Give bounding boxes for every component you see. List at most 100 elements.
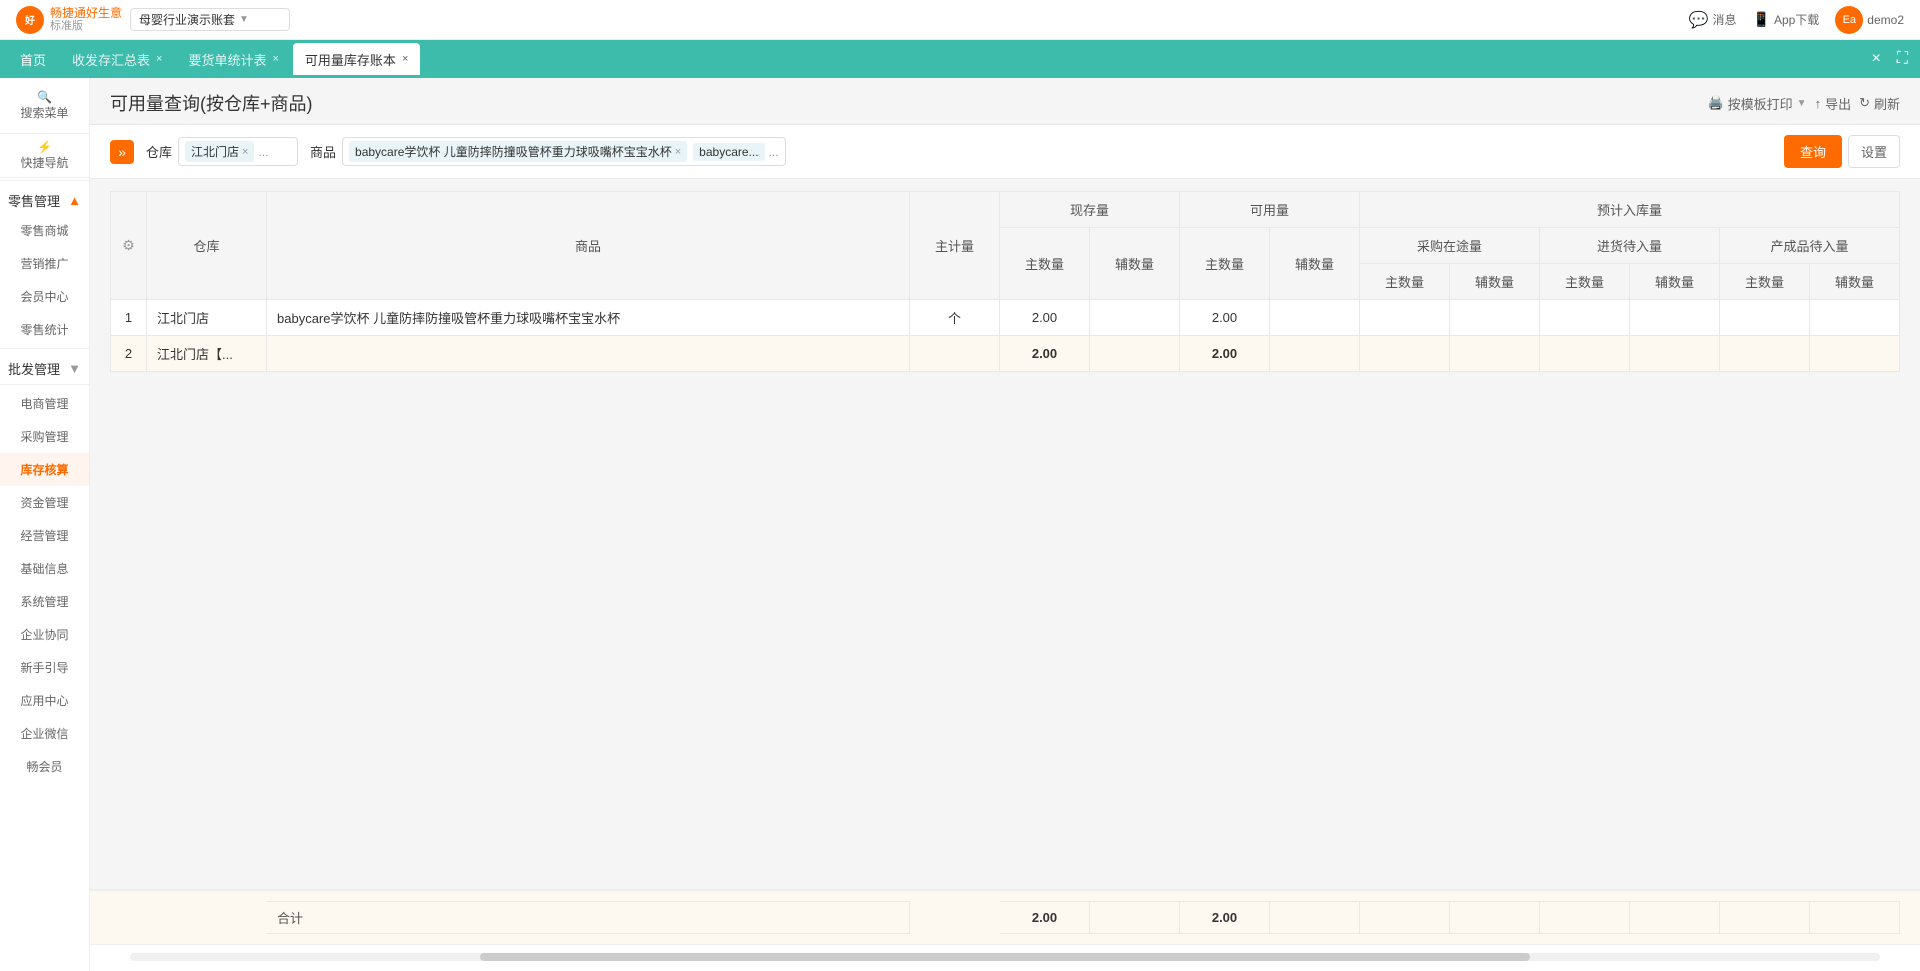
row-2-warehouse: 江北门店【... — [147, 336, 267, 372]
sidebar-item-marketing[interactable]: 营销推广 — [0, 247, 89, 280]
scroll-thumb[interactable] — [480, 953, 1530, 961]
row-1-current-main: 2.00 — [1000, 300, 1090, 336]
sidebar-item-vip[interactable]: 畅会员 — [0, 750, 89, 783]
sidebar-item-members[interactable]: 会员中心 — [0, 280, 89, 313]
refresh-button[interactable]: ↻ 刷新 — [1859, 94, 1900, 113]
warehouse-filter: 仓库 江北门店 × ... — [146, 137, 298, 166]
sidebar-item-retail-mall[interactable]: 零售商城 — [0, 214, 89, 247]
th-current-aux: 辅数量 — [1090, 228, 1180, 300]
maximize-btn[interactable]: ⛶ — [1893, 46, 1912, 72]
content-area: 可用量查询(按仓库+商品) 🖨️ 按模板打印 ▼ ↑ 导出 ↻ 刷新 » — [90, 78, 1920, 971]
query-button[interactable]: 查询 — [1784, 135, 1842, 168]
product-tag-1-close[interactable]: × — [675, 146, 681, 158]
totals-current-aux — [1090, 902, 1180, 934]
totals-empty-2 — [147, 902, 267, 934]
sidebar-item-retail-stats[interactable]: 零售统计 — [0, 313, 89, 346]
sidebar-item-finance[interactable]: 资金管理 — [0, 486, 89, 519]
user-menu[interactable]: Ea demo2 — [1835, 6, 1904, 34]
sidebar-divider-1 — [0, 180, 89, 181]
sidebar-item-enterprise-wechat[interactable]: 企业微信 — [0, 717, 89, 750]
page-title: 可用量查询(按仓库+商品) — [110, 90, 313, 116]
row-2-incoming-aux — [1630, 336, 1720, 372]
tab-order-stats-close[interactable]: × — [272, 53, 278, 65]
tab-order-stats[interactable]: 要货单统计表 × — [176, 43, 290, 75]
sidebar-divider-3 — [0, 384, 89, 385]
th-warehouse: 仓库 — [147, 192, 267, 300]
warehouse-tag-close[interactable]: × — [242, 146, 248, 158]
totals-table: 合计 2.00 2.00 — [110, 901, 1900, 934]
totals-available-aux — [1270, 902, 1360, 934]
sidebar-item-system[interactable]: 系统管理 — [0, 585, 89, 618]
app-download-button[interactable]: 📱 App下载 — [1753, 11, 1820, 28]
sidebar-item-inventory[interactable]: 库存核算 — [0, 453, 89, 486]
sidebar-search: 🔍 搜索菜单 — [0, 78, 89, 134]
sidebar-item-enterprise-collab[interactable]: 企业协同 — [0, 618, 89, 651]
search-menu-button[interactable]: 🔍 搜索菜单 — [8, 86, 81, 125]
sidebar-item-newbie-guide[interactable]: 新手引导 — [0, 651, 89, 684]
row-2-purchase-aux — [1450, 336, 1540, 372]
row-1-incoming-main — [1540, 300, 1630, 336]
more-icon: ... — [258, 145, 268, 159]
scrollbar-area — [90, 944, 1920, 971]
sidebar-item-app-center[interactable]: 应用中心 — [0, 684, 89, 717]
sidebar-item-ecommerce[interactable]: 电商管理 — [0, 387, 89, 420]
th-available-aux: 辅数量 — [1270, 228, 1360, 300]
row-1-num: 1 — [111, 300, 147, 336]
table-footer: 合计 2.00 2.00 — [90, 889, 1920, 944]
sidebar-section-retail[interactable]: 零售管理 ▲ — [0, 183, 89, 214]
row-1-unit: 个 — [910, 300, 1000, 336]
row-2-current-aux — [1090, 336, 1180, 372]
message-icon: 💬 — [1689, 10, 1709, 30]
export-icon: ↑ — [1815, 96, 1822, 111]
refresh-icon: ↻ — [1859, 95, 1870, 111]
row-1-current-aux — [1090, 300, 1180, 336]
th-product: 商品 — [267, 192, 910, 300]
expand-filter-button[interactable]: » — [110, 140, 134, 164]
quick-nav-button[interactable]: ⚡ 快捷导航 — [0, 134, 89, 178]
row-1-warehouse: 江北门店 — [147, 300, 267, 336]
tab-available-ledger[interactable]: 可用量库存账本 × — [293, 43, 420, 75]
sidebar-section-wholesale[interactable]: 批发管理 ▼ — [0, 351, 89, 382]
sidebar-item-purchase[interactable]: 采购管理 — [0, 420, 89, 453]
tab-home[interactable]: 首页 — [8, 43, 58, 75]
row-2-production-main — [1720, 336, 1810, 372]
th-purchase-aux: 辅数量 — [1450, 264, 1540, 300]
settings-button[interactable]: 设置 — [1848, 135, 1900, 168]
export-button[interactable]: ↑ 导出 — [1815, 94, 1852, 113]
th-production-pending: 产成品待入量 — [1720, 228, 1900, 264]
horizontal-scrollbar[interactable] — [130, 953, 1880, 961]
avatar: Ea — [1835, 6, 1863, 34]
th-production-main: 主数量 — [1720, 264, 1810, 300]
th-incoming-pending: 进货待入量 — [1540, 228, 1720, 264]
toggle-icon-2: ▼ — [68, 361, 81, 376]
tab-receipt-summary-close[interactable]: × — [156, 53, 162, 65]
totals-incoming-main — [1540, 902, 1630, 934]
product-label: 商品 — [310, 142, 336, 161]
tab-receipt-summary[interactable]: 收发存汇总表 × — [60, 43, 174, 75]
totals-purchase-aux — [1450, 902, 1540, 934]
message-button[interactable]: 💬 消息 — [1689, 10, 1737, 30]
phone-icon: 📱 — [1753, 11, 1770, 28]
print-dropdown-icon: ▼ — [1797, 98, 1807, 109]
totals-available-main: 2.00 — [1180, 902, 1270, 934]
gear-icon[interactable]: ⚙ — [122, 237, 135, 253]
row-1-production-main — [1720, 300, 1810, 336]
product-input[interactable]: babycare学饮杯 儿童防摔防撞吸管杯重力球吸嘴杯宝宝水杯 × babyca… — [342, 137, 786, 166]
tab-available-ledger-close[interactable]: × — [402, 53, 408, 65]
row-2-purchase-main — [1360, 336, 1450, 372]
th-purchase-transit: 采购在途量 — [1360, 228, 1540, 264]
warehouse-input[interactable]: 江北门店 × ... — [178, 137, 298, 166]
totals-empty-3 — [910, 902, 1000, 934]
quick-nav-icon: ⚡ — [37, 140, 52, 154]
close-tab-btn[interactable]: × — [1867, 46, 1884, 72]
row-1-available-main: 2.00 — [1180, 300, 1270, 336]
sidebar-item-basic-info[interactable]: 基础信息 — [0, 552, 89, 585]
account-dropdown[interactable]: 母婴行业演示账套 ▼ — [130, 8, 290, 31]
filter-area: » 仓库 江北门店 × ... 商品 babycare学饮杯 儿童防摔防撞吸管杯… — [90, 125, 1920, 179]
sidebar-item-operations[interactable]: 经营管理 — [0, 519, 89, 552]
print-button[interactable]: 🖨️ 按模板打印 ▼ — [1707, 94, 1806, 113]
row-2-product — [267, 336, 910, 372]
top-bar-left: 好 畅捷通好生意 标准版 母婴行业演示账套 ▼ — [16, 6, 290, 34]
logo-text: 畅捷通好生意 标准版 — [50, 6, 122, 34]
totals-production-main — [1720, 902, 1810, 934]
